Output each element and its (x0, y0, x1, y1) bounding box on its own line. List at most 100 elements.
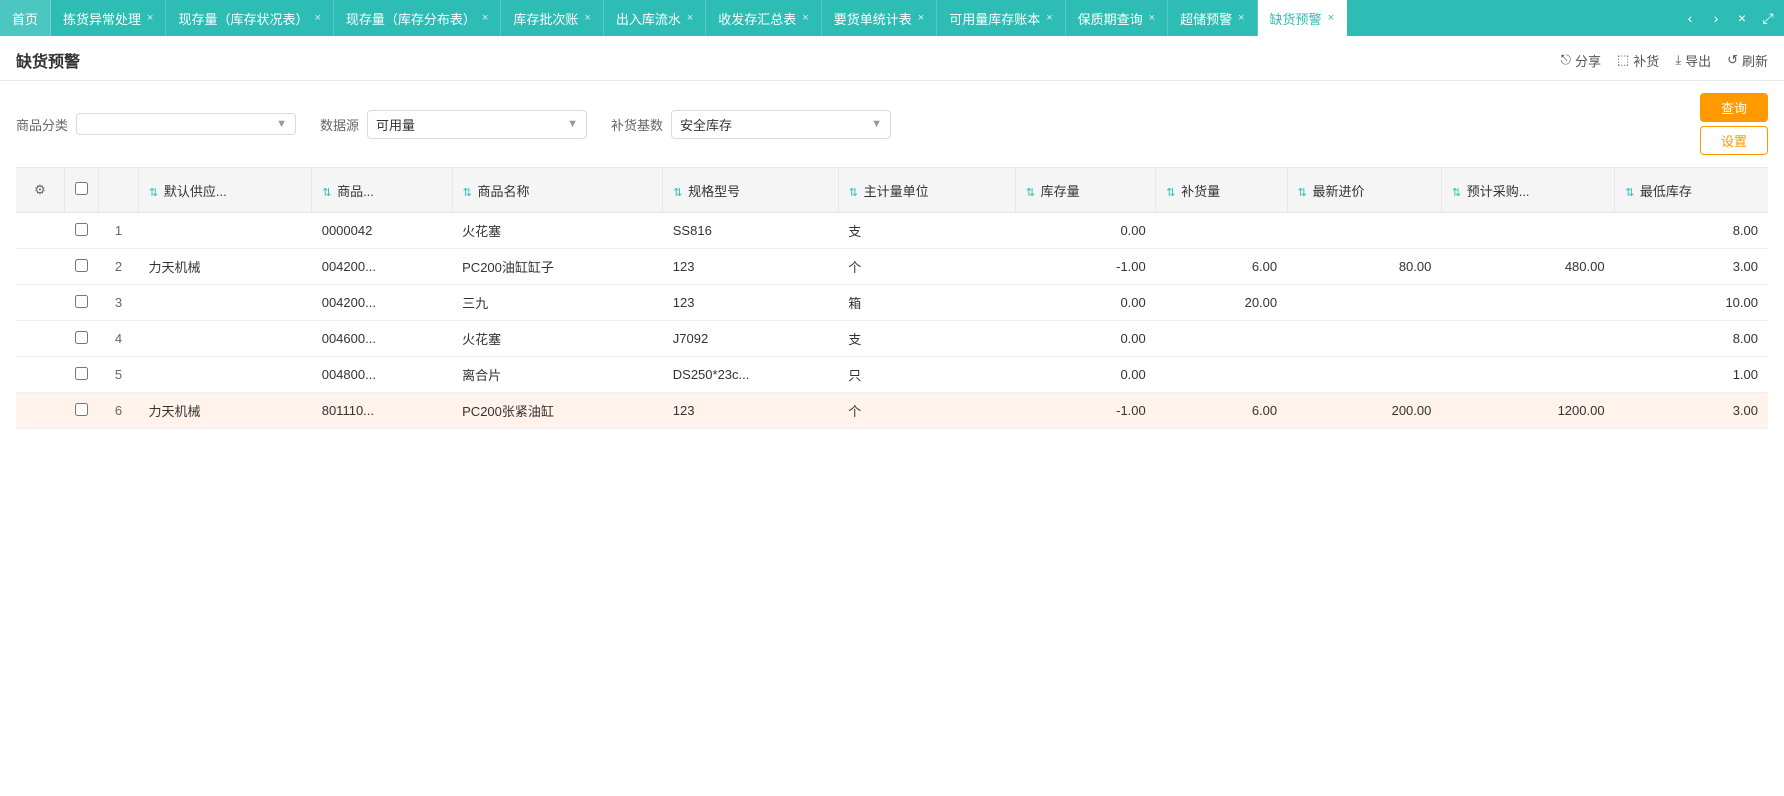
tab-prev-button[interactable]: ‹ (1678, 6, 1702, 30)
row-latest-price (1287, 285, 1441, 321)
table-header-row: ⚙ ⇅ 默认供应... ⇅ 商品... ⇅ (16, 168, 1768, 213)
category-filter-group: 商品分类 ▼ (16, 113, 296, 135)
row-replenish (1156, 357, 1287, 393)
row-goods-code: 004200... (312, 249, 452, 285)
row-unit: 箱 (838, 285, 1015, 321)
refresh-action[interactable]: ↺ 刷新 (1727, 51, 1768, 70)
row-supplier: 力天机械 (139, 393, 312, 429)
replenish-action[interactable]: ⬚ 补货 (1617, 51, 1659, 70)
row-replenish: 6.00 (1156, 393, 1287, 429)
replenish-base-filter-group: 补货基数 安全库存 ▼ (611, 110, 891, 139)
tab-stock-status[interactable]: 现存量（库存状况表） × (166, 0, 333, 36)
row-est-purchase (1441, 357, 1614, 393)
close-shortage-tab[interactable]: × (1328, 12, 1334, 24)
column-settings-icon[interactable]: ⚙ (26, 176, 54, 204)
tab-exception[interactable]: 拣货异常处理 × (51, 0, 166, 36)
close-expiry-query-tab[interactable]: × (1149, 12, 1155, 24)
datasource-label: 数据源 (320, 115, 359, 134)
export-icon: ⤓ (1675, 52, 1681, 68)
row-checkbox[interactable] (75, 331, 88, 344)
tab-expand-button[interactable]: ⤢ (1756, 6, 1780, 30)
sort-icon-unit: ⇅ (849, 187, 858, 199)
row-unit: 支 (838, 321, 1015, 357)
col-stock[interactable]: ⇅ 库存量 (1015, 168, 1155, 213)
table-row: 2 力天机械 004200... PC200油缸缸子 123 个 -1.00 6… (16, 249, 1768, 285)
row-checkbox[interactable] (75, 259, 88, 272)
col-min-stock[interactable]: ⇅ 最低库存 (1615, 168, 1768, 213)
row-replenish: 20.00 (1156, 285, 1287, 321)
share-action[interactable]: ⎋ 分享 (1561, 51, 1601, 70)
close-overstock-tab[interactable]: × (1238, 12, 1244, 24)
row-checkbox[interactable] (75, 223, 88, 236)
select-all-checkbox[interactable] (75, 182, 88, 195)
col-checkbox (65, 168, 99, 213)
row-min-stock: 10.00 (1615, 285, 1768, 321)
row-min-stock: 3.00 (1615, 393, 1768, 429)
close-inout-flow-tab[interactable]: × (687, 12, 693, 24)
tab-order-stats[interactable]: 要货单统计表 × (822, 0, 937, 36)
col-latest-price[interactable]: ⇅ 最新进价 (1287, 168, 1441, 213)
close-stock-status-tab[interactable]: × (314, 12, 320, 24)
row-checkbox[interactable] (75, 367, 88, 380)
row-goods-code: 004600... (312, 321, 452, 357)
settings-button[interactable]: 设置 (1700, 126, 1768, 155)
tab-expiry-query[interactable]: 保质期查询 × (1066, 0, 1168, 36)
category-select[interactable]: ▼ (76, 113, 296, 135)
data-table: ⚙ ⇅ 默认供应... ⇅ 商品... ⇅ (16, 167, 1768, 429)
table-row: 4 004600... 火花塞 J7092 支 0.00 8.00 (16, 321, 1768, 357)
tab-close-all-button[interactable]: × (1730, 6, 1754, 30)
row-unit: 只 (838, 357, 1015, 393)
tab-overstock[interactable]: 超储预警 × (1168, 0, 1257, 36)
tab-collect-summary[interactable]: 收发存汇总表 × (706, 0, 821, 36)
tab-home[interactable]: 首页 (0, 0, 51, 36)
row-settings-cell (16, 393, 65, 429)
datasource-filter-group: 数据源 可用量 ▼ (320, 110, 587, 139)
col-est-purchase[interactable]: ⇅ 预计采购... (1441, 168, 1614, 213)
row-goods-code: 0000042 (312, 213, 452, 249)
row-checkbox-cell (65, 285, 99, 321)
row-checkbox[interactable] (75, 295, 88, 308)
row-est-purchase: 1200.00 (1441, 393, 1614, 429)
col-spec[interactable]: ⇅ 规格型号 (663, 168, 839, 213)
query-button[interactable]: 查询 (1700, 93, 1768, 122)
tab-stock-dist[interactable]: 现存量（库存分布表） × (334, 0, 501, 36)
row-checkbox-cell (65, 213, 99, 249)
row-goods-name: PC200张紧油缸 (452, 393, 663, 429)
row-est-purchase (1441, 285, 1614, 321)
table-container: ⚙ ⇅ 默认供应... ⇅ 商品... ⇅ (0, 167, 1784, 429)
tab-available-ledger[interactable]: 可用量库存账本 × (937, 0, 1065, 36)
col-goods-name[interactable]: ⇅ 商品名称 (452, 168, 663, 213)
row-supplier (139, 321, 312, 357)
filter-actions: 查询 设置 (1700, 93, 1768, 155)
close-batch-account-tab[interactable]: × (584, 12, 590, 24)
row-supplier: 力天机械 (139, 249, 312, 285)
row-checkbox[interactable] (75, 403, 88, 416)
export-action[interactable]: ⤓ 导出 (1675, 51, 1711, 70)
row-min-stock: 8.00 (1615, 321, 1768, 357)
sort-icon-est: ⇅ (1452, 187, 1461, 199)
row-replenish: 6.00 (1156, 249, 1287, 285)
close-available-ledger-tab[interactable]: × (1046, 12, 1052, 24)
row-unit: 个 (838, 249, 1015, 285)
row-latest-price (1287, 321, 1441, 357)
col-replenish[interactable]: ⇅ 补货量 (1156, 168, 1287, 213)
tab-shortage[interactable]: 缺货预警 × (1258, 0, 1347, 36)
col-unit[interactable]: ⇅ 主计量单位 (838, 168, 1015, 213)
row-checkbox-cell (65, 249, 99, 285)
row-number: 1 (99, 213, 139, 249)
replenish-base-select[interactable]: 安全库存 ▼ (671, 110, 891, 139)
col-goods-code[interactable]: ⇅ 商品... (312, 168, 452, 213)
close-collect-summary-tab[interactable]: × (802, 12, 808, 24)
row-est-purchase: 480.00 (1441, 249, 1614, 285)
tab-next-button[interactable]: › (1704, 6, 1728, 30)
row-number: 6 (99, 393, 139, 429)
col-supplier[interactable]: ⇅ 默认供应... (139, 168, 312, 213)
close-exception-tab[interactable]: × (147, 12, 153, 24)
row-checkbox-cell (65, 357, 99, 393)
tab-batch-account[interactable]: 库存批次账 × (501, 0, 603, 36)
close-order-stats-tab[interactable]: × (918, 12, 924, 24)
close-stock-dist-tab[interactable]: × (482, 12, 488, 24)
row-spec: 123 (663, 249, 839, 285)
datasource-select[interactable]: 可用量 ▼ (367, 110, 587, 139)
tab-inout-flow[interactable]: 出入库流水 × (604, 0, 706, 36)
